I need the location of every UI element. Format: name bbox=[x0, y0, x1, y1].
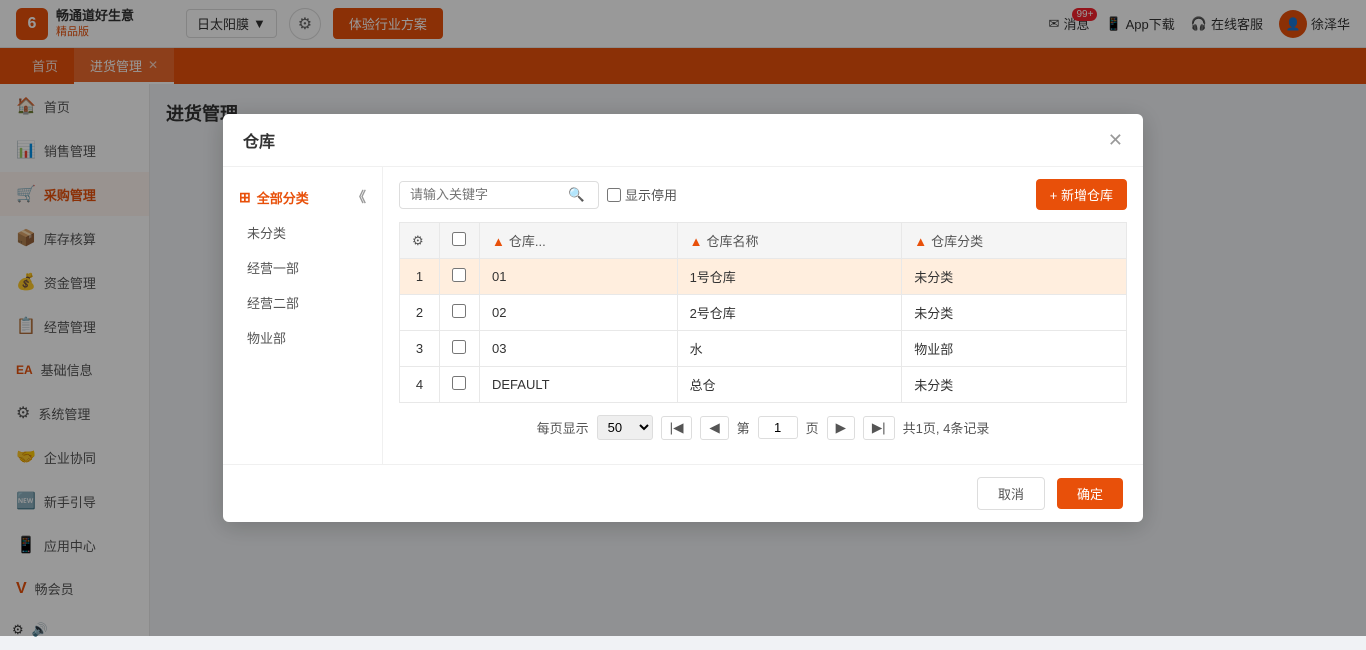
right-toolbar: 🔍 显示停用 + 新增仓库 bbox=[399, 179, 1127, 210]
row-checkbox-1[interactable] bbox=[452, 268, 466, 282]
row-name-4: 总仓 bbox=[677, 367, 902, 403]
right-panel: 🔍 显示停用 + 新增仓库 ⚙ bbox=[383, 167, 1143, 464]
pagination: 每页显示 50 10 20 100 |◀ ◀ 第 页 ▶ ▶| 共1页, 4条记… bbox=[399, 403, 1127, 452]
col-name-label: 仓库名称 bbox=[706, 234, 758, 249]
dialog-footer: 取消 确定 bbox=[223, 464, 1143, 522]
row-num-4: 4 bbox=[400, 367, 440, 403]
dialog-header: 仓库 ✕ bbox=[223, 114, 1143, 167]
per-page-select[interactable]: 50 10 20 100 bbox=[597, 415, 653, 440]
category-item-dept1[interactable]: 经营一部 bbox=[223, 250, 382, 285]
cancel-button[interactable]: 取消 bbox=[977, 477, 1045, 510]
last-page-button[interactable]: ▶| bbox=[863, 416, 895, 440]
table-header-row: ⚙ ▲仓库... ▲仓库名称 ▲仓库分类 bbox=[400, 223, 1127, 259]
col-category-label: 仓库分类 bbox=[931, 234, 983, 249]
page-unit: 页 bbox=[806, 418, 819, 437]
row-checkbox-3[interactable] bbox=[452, 340, 466, 354]
select-all-checkbox[interactable] bbox=[452, 232, 466, 246]
grid-icon: ⊞ bbox=[239, 189, 251, 206]
row-category-2: 未分类 bbox=[902, 295, 1127, 331]
table-row[interactable]: 1 01 1号仓库 未分类 bbox=[400, 259, 1127, 295]
table-body: 1 01 1号仓库 未分类 2 02 2号仓库 bbox=[400, 259, 1127, 403]
collapse-button[interactable]: 《 bbox=[352, 187, 366, 207]
prev-page-button[interactable]: ◀ bbox=[700, 416, 728, 440]
warehouse-table: ⚙ ▲仓库... ▲仓库名称 ▲仓库分类 1 01 bbox=[399, 222, 1127, 403]
all-category-label: 全部分类 bbox=[257, 188, 309, 207]
total-info: 共1页, 4条记录 bbox=[903, 418, 990, 437]
search-input-wrap: 🔍 bbox=[399, 181, 599, 209]
col-code-label: 仓库... bbox=[509, 234, 546, 249]
sort-icon-name: ▲ bbox=[690, 234, 703, 249]
show-disabled-checkbox[interactable] bbox=[607, 188, 621, 202]
col-checkbox bbox=[440, 223, 480, 259]
row-check-3[interactable] bbox=[440, 331, 480, 367]
show-disabled-wrap: 显示停用 bbox=[607, 185, 677, 204]
page-input[interactable] bbox=[758, 416, 798, 439]
row-category-4: 未分类 bbox=[902, 367, 1127, 403]
row-name-2: 2号仓库 bbox=[677, 295, 902, 331]
table-head: ⚙ ▲仓库... ▲仓库名称 ▲仓库分类 bbox=[400, 223, 1127, 259]
row-checkbox-4[interactable] bbox=[452, 376, 466, 390]
add-warehouse-button[interactable]: + 新增仓库 bbox=[1036, 179, 1127, 210]
row-check-1[interactable] bbox=[440, 259, 480, 295]
row-checkbox-2[interactable] bbox=[452, 304, 466, 318]
col-category: ▲ 仓库分类 bbox=[902, 223, 1127, 259]
table-row[interactable]: 3 03 水 物业部 bbox=[400, 331, 1127, 367]
dialog-body: ⊞ 全部分类 《 未分类 经营一部 经营二部 物业部 🔍 bbox=[223, 167, 1143, 464]
row-category-1: 未分类 bbox=[902, 259, 1127, 295]
row-check-4[interactable] bbox=[440, 367, 480, 403]
next-page-button[interactable]: ▶ bbox=[827, 416, 855, 440]
sort-icon-code: ▲ bbox=[492, 234, 505, 249]
row-check-2[interactable] bbox=[440, 295, 480, 331]
dialog: 仓库 ✕ ⊞ 全部分类 《 未分类 经营一部 经营二部 物业部 bbox=[223, 114, 1143, 522]
search-input[interactable] bbox=[400, 182, 560, 207]
category-item-property[interactable]: 物业部 bbox=[223, 320, 382, 355]
table-row[interactable]: 2 02 2号仓库 未分类 bbox=[400, 295, 1127, 331]
category-panel: ⊞ 全部分类 《 未分类 经营一部 经营二部 物业部 bbox=[223, 167, 383, 464]
category-item-dept2[interactable]: 经营二部 bbox=[223, 285, 382, 320]
dialog-close-button[interactable]: ✕ bbox=[1108, 130, 1123, 151]
col-settings: ⚙ bbox=[400, 223, 440, 259]
confirm-button[interactable]: 确定 bbox=[1057, 478, 1123, 509]
show-disabled-label: 显示停用 bbox=[625, 185, 677, 204]
table-row[interactable]: 4 DEFAULT 总仓 未分类 bbox=[400, 367, 1127, 403]
row-name-3: 水 bbox=[677, 331, 902, 367]
row-code-2: 02 bbox=[480, 295, 678, 331]
table-container: ⚙ ▲仓库... ▲仓库名称 ▲仓库分类 1 01 bbox=[399, 222, 1127, 403]
row-num-2: 2 bbox=[400, 295, 440, 331]
row-num-1: 1 bbox=[400, 259, 440, 295]
modal-overlay[interactable]: 仓库 ✕ ⊞ 全部分类 《 未分类 经营一部 经营二部 物业部 bbox=[0, 0, 1366, 636]
row-category-3: 物业部 bbox=[902, 331, 1127, 367]
sort-icon-category: ▲ bbox=[914, 234, 927, 249]
category-item-unclassified[interactable]: 未分类 bbox=[223, 215, 382, 250]
per-page-label: 每页显示 bbox=[537, 418, 589, 437]
row-name-1: 1号仓库 bbox=[677, 259, 902, 295]
dialog-title: 仓库 bbox=[243, 128, 275, 152]
search-button[interactable]: 🔍 bbox=[560, 182, 593, 208]
page-label: 第 bbox=[737, 418, 750, 437]
row-code-4: DEFAULT bbox=[480, 367, 678, 403]
col-name: ▲仓库名称 bbox=[677, 223, 902, 259]
first-page-button[interactable]: |◀ bbox=[661, 416, 693, 440]
row-code-3: 03 bbox=[480, 331, 678, 367]
row-num-3: 3 bbox=[400, 331, 440, 367]
row-code-1: 01 bbox=[480, 259, 678, 295]
category-header[interactable]: ⊞ 全部分类 《 bbox=[223, 179, 382, 215]
col-code: ▲ 仓库... bbox=[480, 223, 678, 259]
